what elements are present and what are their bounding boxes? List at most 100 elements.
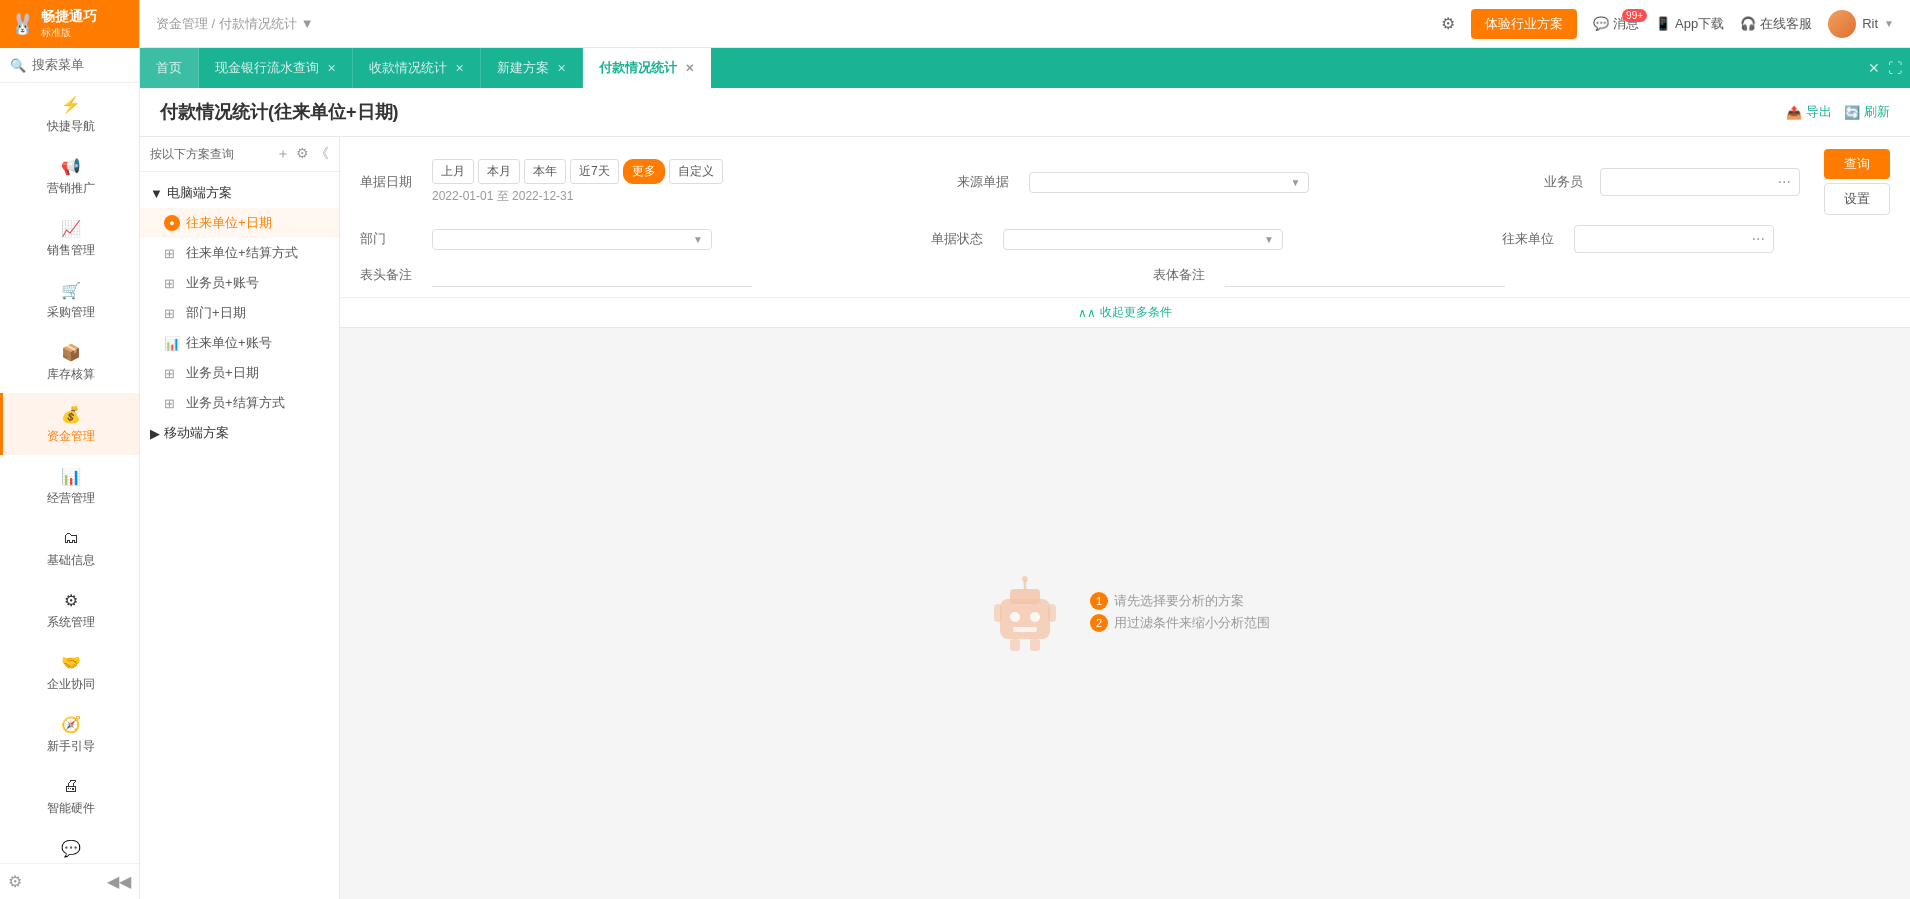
- tab-new-scheme[interactable]: 新建方案 ✕: [481, 48, 583, 88]
- sidebar-item-guide[interactable]: 🧭 新手引导: [0, 703, 139, 765]
- sidebar-item-enterprise[interactable]: 🤝 企业协同: [0, 641, 139, 703]
- tab-home[interactable]: 首页: [140, 48, 199, 88]
- mobile-group-toggle[interactable]: ▶ 移动端方案: [140, 418, 339, 448]
- last-month-btn[interactable]: 上月: [432, 159, 474, 184]
- scheme-settings-icon[interactable]: ⚙: [296, 145, 309, 163]
- dept-select[interactable]: ▼: [432, 229, 712, 250]
- scheme-item-dept-date[interactable]: ⊞ 部门+日期: [140, 298, 339, 328]
- settings-icon[interactable]: ⚙: [1441, 14, 1455, 33]
- collapse-icon: ∧∧: [1078, 306, 1096, 320]
- svg-point-2: [1010, 612, 1020, 622]
- receipt-stats-tab-close[interactable]: ✕: [455, 62, 464, 75]
- payment-stats-tab-label: 付款情况统计: [599, 59, 677, 77]
- app-download-button[interactable]: 📱 App下载: [1655, 15, 1724, 33]
- source-select[interactable]: ▼: [1029, 172, 1309, 193]
- scheme-item-staff-account[interactable]: ⊞ 业务员+账号: [140, 268, 339, 298]
- svg-rect-7: [1010, 639, 1020, 651]
- settings-footer-icon[interactable]: ⚙: [8, 872, 22, 891]
- scheme-item-partner-settle[interactable]: ⊞ 往来单位+结算方式: [140, 238, 339, 268]
- page-actions: 📤 导出 🔄 刷新: [1786, 103, 1890, 121]
- user-dropdown-icon: ▼: [1884, 18, 1894, 29]
- sidebar-item-sales[interactable]: 📈 销售管理: [0, 207, 139, 269]
- partner-more-icon[interactable]: ···: [1752, 230, 1765, 248]
- svg-rect-5: [994, 604, 1002, 622]
- sidebar-item-basic[interactable]: 🗂 基础信息: [0, 517, 139, 579]
- sidebar-item-label: 销售管理: [47, 242, 95, 259]
- empty-state-panel: 1 请先选择要分析的方案 2 用过滤条件来缩小分析范围: [340, 328, 1910, 899]
- more-btn[interactable]: 更多: [623, 159, 665, 184]
- collapse-panel-icon[interactable]: 《: [315, 145, 329, 163]
- hint-text-1: 请先选择要分析的方案: [1114, 592, 1244, 610]
- sidebar-item-system[interactable]: ⚙ 系统管理: [0, 579, 139, 641]
- sidebar-item-operation[interactable]: 📊 经营管理: [0, 455, 139, 517]
- date-range-display: 2022-01-01 至 2022-12-31: [432, 188, 723, 205]
- sidebar-item-purchase[interactable]: 🛒 采购管理: [0, 269, 139, 331]
- this-month-btn[interactable]: 本月: [478, 159, 520, 184]
- cash-flow-tab-close[interactable]: ✕: [327, 62, 336, 75]
- online-service-button[interactable]: 🎧 在线客服: [1740, 15, 1812, 33]
- scheme-item-staff-settle[interactable]: ⊞ 业务员+结算方式: [140, 388, 339, 418]
- tab-cash-flow[interactable]: 现金银行流水查询 ✕: [199, 48, 353, 88]
- sidebar-item-inventory[interactable]: 📦 库存核算: [0, 331, 139, 393]
- table-header-note-input[interactable]: [432, 263, 752, 287]
- top-header: 资金管理 / 付款情况统计 ▼ ⚙ 体验行业方案 💬 消息 99+ 📱 App下…: [140, 0, 1910, 48]
- sidebar: 🐰 畅捷通巧 标准版 🔍 搜索菜单 ⚡ 快捷导航 📢 营销推广 📈 销售管理 🛒…: [0, 0, 140, 899]
- sidebar-search[interactable]: 🔍 搜索菜单: [0, 48, 139, 83]
- close-all-tabs-icon[interactable]: ✕: [1868, 60, 1880, 76]
- add-scheme-icon[interactable]: ＋: [276, 145, 290, 163]
- sidebar-item-marketing[interactable]: 📢 营销推广: [0, 145, 139, 207]
- hint-num-2: 2: [1090, 614, 1108, 632]
- partner-select[interactable]: ···: [1574, 225, 1774, 253]
- collapse-sidebar-icon[interactable]: ◀◀: [107, 872, 131, 891]
- empty-state: 1 请先选择要分析的方案 2 用过滤条件来缩小分析范围: [980, 569, 1270, 659]
- desktop-group-toggle[interactable]: ▼ 电脑端方案: [140, 178, 339, 208]
- trial-button[interactable]: 体验行业方案: [1471, 9, 1577, 39]
- query-button[interactable]: 查询: [1824, 149, 1890, 179]
- scheme-item-partner-date[interactable]: ● 往来单位+日期: [140, 208, 339, 238]
- scheme-item-partner-account[interactable]: 📊 往来单位+账号: [140, 328, 339, 358]
- sidebar-item-label: 基础信息: [47, 552, 95, 569]
- tab-payment-stats[interactable]: 付款情况统计 ✕: [583, 48, 711, 88]
- collapse-filter-button[interactable]: ∧∧ 收起更多条件: [340, 297, 1910, 327]
- sidebar-item-quick-nav[interactable]: ⚡ 快捷导航: [0, 83, 139, 145]
- date-filter-label: 单据日期: [360, 173, 416, 191]
- payment-stats-tab-close[interactable]: ✕: [685, 62, 694, 75]
- export-button[interactable]: 📤 导出: [1786, 103, 1832, 121]
- mobile-group-arrow: ▶: [150, 426, 160, 441]
- refresh-button[interactable]: 🔄 刷新: [1844, 103, 1890, 121]
- sidebar-item-wechat[interactable]: 💬 企业微信: [0, 827, 139, 863]
- this-year-btn[interactable]: 本年: [524, 159, 566, 184]
- app-version: 标准版: [41, 26, 97, 40]
- scheme-item-label: 业务员+结算方式: [186, 394, 285, 412]
- sidebar-item-capital[interactable]: 💰 资金管理: [0, 393, 139, 455]
- custom-btn[interactable]: 自定义: [669, 159, 723, 184]
- staff-more-icon[interactable]: ···: [1778, 173, 1791, 191]
- scheme-item-staff-date[interactable]: ⊞ 业务员+日期: [140, 358, 339, 388]
- quick-nav-icon: ⚡: [60, 93, 82, 115]
- mobile-group-label: 移动端方案: [164, 424, 229, 442]
- svg-rect-1: [1010, 589, 1040, 604]
- svg-rect-8: [1030, 639, 1040, 651]
- staff-select[interactable]: ···: [1600, 168, 1800, 196]
- source-filter-label: 来源单据: [957, 173, 1013, 191]
- filter-row-1: 单据日期 上月 本月 本年 近7天 更多 自定义 2022-01-01 至 20…: [360, 149, 1890, 215]
- table-body-note-input[interactable]: [1225, 263, 1505, 287]
- hint-text-2: 用过滤条件来缩小分析范围: [1114, 614, 1270, 632]
- breadcrumb-dropdown-icon[interactable]: ▼: [301, 16, 314, 31]
- sidebar-item-hardware[interactable]: 🖨 智能硬件: [0, 765, 139, 827]
- user-menu[interactable]: Rit ▼: [1828, 10, 1894, 38]
- date-filter-area: 上月 本月 本年 近7天 更多 自定义 2022-01-01 至 2022-12…: [432, 159, 723, 205]
- doc-status-select[interactable]: ▼: [1003, 229, 1283, 250]
- breadcrumb-path: 资金管理 / 付款情况统计: [156, 15, 297, 33]
- maximize-tab-icon[interactable]: ⛶: [1888, 60, 1902, 76]
- tab-receipt-stats[interactable]: 收款情况统计 ✕: [353, 48, 481, 88]
- export-icon: 📤: [1786, 105, 1802, 120]
- empty-hint-item-1: 1 请先选择要分析的方案: [1090, 592, 1270, 610]
- left-scheme-panel: 按以下方案查询 ＋ ⚙ 《 ▼ 电脑端方案: [140, 137, 340, 899]
- new-scheme-tab-close[interactable]: ✕: [557, 62, 566, 75]
- message-button[interactable]: 💬 消息 99+: [1593, 15, 1639, 33]
- settings-button[interactable]: 设置: [1824, 183, 1890, 215]
- hint-num-1: 1: [1090, 592, 1108, 610]
- last-7days-btn[interactable]: 近7天: [570, 159, 619, 184]
- sidebar-item-label: 营销推广: [47, 180, 95, 197]
